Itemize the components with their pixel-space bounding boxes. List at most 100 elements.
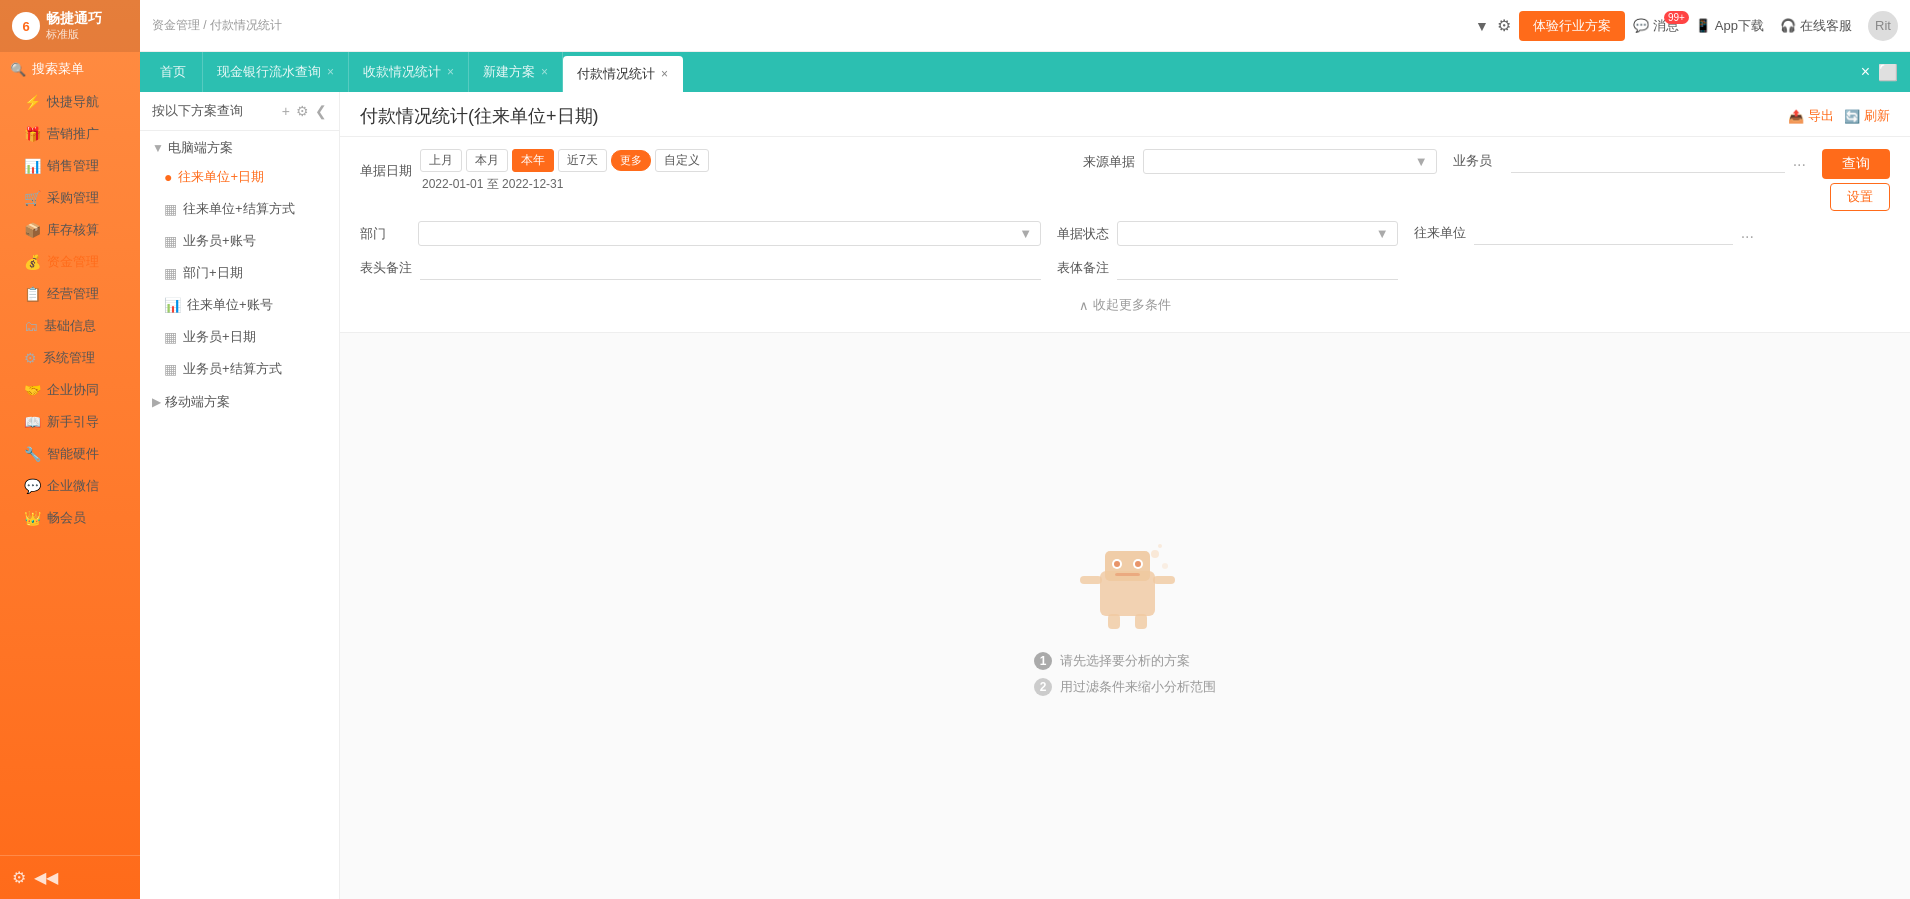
collapse-more-btn[interactable]: ∧ 收起更多条件	[360, 290, 1890, 320]
sidebar-item-wechat[interactable]: 💬 企业微信	[0, 470, 140, 502]
svg-point-4	[1114, 561, 1120, 567]
tab-bank-flow-close[interactable]: ×	[327, 65, 334, 79]
tab-receipt-stats[interactable]: 收款情况统计 ×	[349, 52, 469, 92]
add-scheme-icon[interactable]: +	[282, 103, 290, 119]
scheme-item-label: 往来单位+账号	[187, 296, 273, 314]
svg-point-5	[1135, 561, 1141, 567]
sidebar-item-quick-nav[interactable]: ⚡ 快捷导航	[0, 86, 140, 118]
tabs-bar: 首页 现金银行流水查询 × 收款情况统计 × 新建方案 × 付款情况统计 × ×…	[140, 52, 1910, 92]
scheme-salesman-date[interactable]: ▦ 业务员+日期	[140, 321, 339, 353]
app-icon: 📱	[1695, 18, 1711, 33]
sidebar-item-collab[interactable]: 🤝 企业协同	[0, 374, 140, 406]
scheme-salesman-account[interactable]: ▦ 业务员+账号	[140, 225, 339, 257]
doc-status-filter: 单据状态 ▼	[1057, 221, 1398, 246]
salesman-more-icon[interactable]: ...	[1793, 152, 1806, 170]
basic-icon: 🗂	[24, 318, 38, 334]
pc-group-header[interactable]: ▼ 电脑端方案	[140, 131, 339, 161]
date-btn-this-month[interactable]: 本月	[466, 149, 508, 172]
doc-status-select-arrow: ▼	[1376, 226, 1389, 241]
pc-group-label: 电脑端方案	[168, 139, 233, 157]
tab-receipt-stats-close[interactable]: ×	[447, 65, 454, 79]
query-button[interactable]: 查询	[1822, 149, 1890, 179]
sidebar-search[interactable]: 🔍 搜索菜单	[0, 52, 140, 86]
sidebar-item-marketing[interactable]: 🎁 营销推广	[0, 118, 140, 150]
salesman-filter: 业务员 ...	[1453, 149, 1807, 173]
logo-icon: 6	[12, 12, 40, 40]
window-maximize-btn[interactable]: ⬜	[1878, 63, 1898, 82]
filter-row-3: 表头备注 表体备注	[360, 256, 1890, 280]
salesman-input[interactable]	[1511, 149, 1785, 173]
empty-tips: 1 请先选择要分析的方案 2 用过滤条件来缩小分析范围	[1034, 652, 1216, 696]
sidebar-menu: ⚡ 快捷导航 🎁 营销推广 📊 销售管理 🛒 采购管理 📦 库存核算 💰 资金管…	[0, 86, 140, 855]
body-note-input[interactable]	[1117, 256, 1398, 280]
service-btn[interactable]: 🎧 在线客服	[1780, 17, 1852, 35]
sidebar-item-purchase[interactable]: 🛒 采购管理	[0, 182, 140, 214]
body-note-filter: 表体备注	[1057, 256, 1398, 280]
doc-status-select[interactable]: ▼	[1117, 221, 1398, 246]
date-btn-more[interactable]: 更多	[611, 150, 651, 171]
tab-payment-stats-close[interactable]: ×	[661, 67, 668, 81]
export-button[interactable]: 📤 导出	[1788, 107, 1834, 125]
sidebar-item-operations[interactable]: 📋 经营管理	[0, 278, 140, 310]
scheme-counterpart-account[interactable]: 📊 往来单位+账号	[140, 289, 339, 321]
user-avatar[interactable]: Rit	[1868, 11, 1898, 41]
head-note-input[interactable]	[420, 256, 1041, 280]
left-panel-header: 按以下方案查询 + ⚙ ❮	[140, 92, 339, 131]
source-select[interactable]: ▼	[1143, 149, 1437, 174]
counterpart-more-icon[interactable]: ...	[1741, 224, 1754, 242]
date-btn-this-year[interactable]: 本年	[512, 149, 554, 172]
topbar-settings-icon[interactable]: ⚙	[1497, 16, 1511, 35]
left-panel: 按以下方案查询 + ⚙ ❮ ▼ 电脑端方案 ● 往来单位+日期 ▦	[140, 92, 340, 899]
scheme-item-label: 往来单位+结算方式	[183, 200, 295, 218]
sidebar-item-system[interactable]: ⚙ 系统管理	[0, 342, 140, 374]
mobile-group-expand-icon: ▶	[152, 395, 161, 409]
sidebar-item-guide[interactable]: 📖 新手引导	[0, 406, 140, 438]
sidebar-item-hardware[interactable]: 🔧 智能硬件	[0, 438, 140, 470]
scheme-salesman-settlement[interactable]: ▦ 业务员+结算方式	[140, 353, 339, 385]
breadcrumb-dropdown[interactable]: ▼	[1475, 18, 1489, 34]
sidebar-item-member[interactable]: 👑 畅会员	[0, 502, 140, 534]
counterpart-account-icon: 📊	[164, 297, 181, 313]
tab-new-scheme[interactable]: 新建方案 ×	[469, 52, 563, 92]
empty-svg-illustration	[1065, 536, 1185, 636]
scheme-counterpart-settlement[interactable]: ▦ 往来单位+结算方式	[140, 193, 339, 225]
scheme-counterpart-date[interactable]: ● 往来单位+日期	[140, 161, 339, 193]
tab-home[interactable]: 首页	[144, 52, 203, 92]
dept-select[interactable]: ▼	[418, 221, 1041, 246]
date-btn-7days[interactable]: 近7天	[558, 149, 607, 172]
scheme-settings-icon[interactable]: ⚙	[296, 103, 309, 119]
refresh-button[interactable]: 🔄 刷新	[1844, 107, 1890, 125]
sales-icon: 📊	[24, 158, 41, 174]
sidebar-item-sales[interactable]: 📊 销售管理	[0, 150, 140, 182]
tip-text-2: 用过滤条件来缩小分析范围	[1060, 678, 1216, 696]
settings-button[interactable]: 设置	[1830, 183, 1890, 211]
message-btn[interactable]: 💬 消息 99+	[1633, 17, 1679, 35]
mobile-group-header[interactable]: ▶ 移动端方案	[140, 385, 339, 415]
main-content: 资金管理 / 付款情况统计 ▼ ⚙ 体验行业方案 💬 消息 99+ 📱 App下…	[140, 0, 1910, 899]
window-close-btn[interactable]: ×	[1861, 63, 1870, 81]
tab-payment-stats[interactable]: 付款情况统计 ×	[563, 56, 683, 92]
head-note-filter: 表头备注	[360, 256, 1041, 280]
tab-receipt-stats-label: 收款情况统计	[363, 63, 441, 81]
date-btn-last-month[interactable]: 上月	[420, 149, 462, 172]
collapse-icon: ∧	[1079, 298, 1089, 313]
fund-icon: 💰	[24, 254, 41, 270]
sidebar-settings-icon[interactable]: ⚙	[12, 868, 26, 887]
scheme-item-label: 往来单位+日期	[178, 168, 264, 186]
tab-new-scheme-close[interactable]: ×	[541, 65, 548, 79]
salesman-label: 业务员	[1453, 152, 1503, 170]
app-download-btn[interactable]: 📱 App下载	[1695, 17, 1764, 35]
operations-icon: 📋	[24, 286, 41, 302]
purchase-icon: 🛒	[24, 190, 41, 206]
scheme-dept-date[interactable]: ▦ 部门+日期	[140, 257, 339, 289]
sidebar-item-basic[interactable]: 🗂 基础信息	[0, 310, 140, 342]
sidebar-item-fund[interactable]: 💰 资金管理	[0, 246, 140, 278]
tab-bank-flow[interactable]: 现金银行流水查询 ×	[203, 52, 349, 92]
date-custom-btn[interactable]: 自定义	[655, 149, 709, 172]
trial-button[interactable]: 体验行业方案	[1519, 11, 1625, 41]
counterpart-input[interactable]	[1474, 221, 1733, 245]
panel-collapse-icon[interactable]: ❮	[315, 103, 327, 119]
export-label: 导出	[1808, 107, 1834, 125]
sidebar-item-inventory[interactable]: 📦 库存核算	[0, 214, 140, 246]
sidebar-collapse-icon[interactable]: ◀◀	[34, 868, 58, 887]
